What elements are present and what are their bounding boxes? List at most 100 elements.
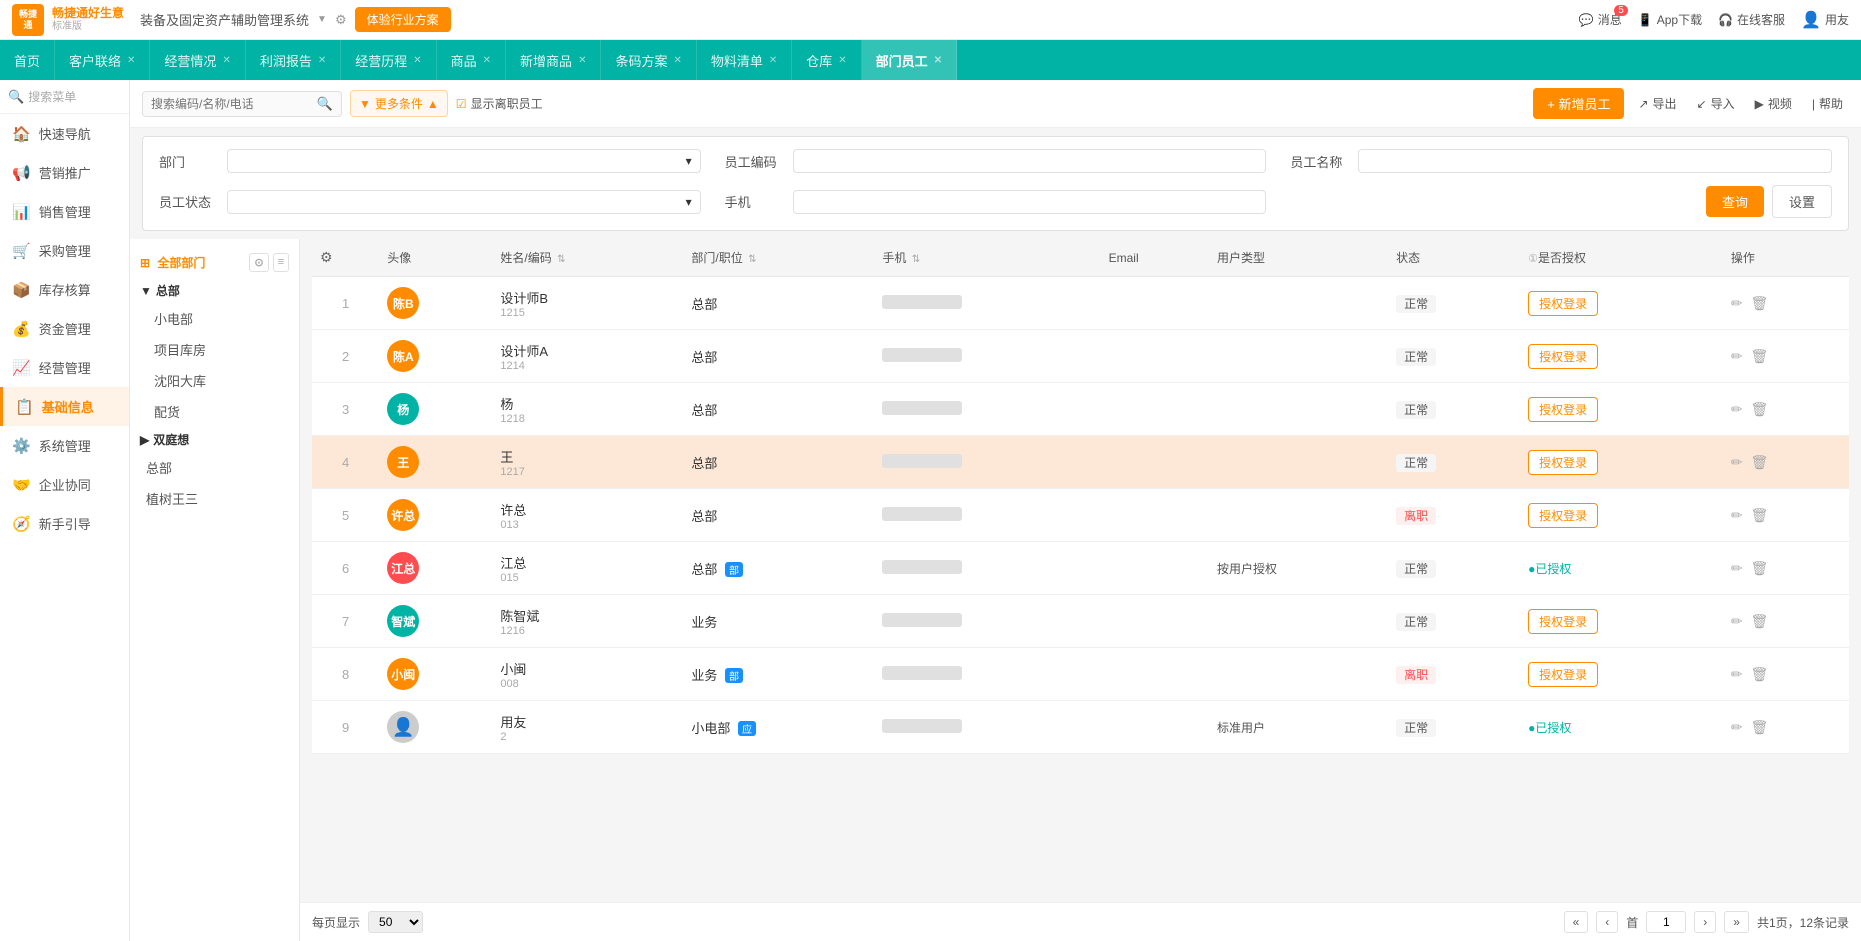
auth-login-button[interactable]: 授权登录 xyxy=(1528,344,1598,369)
dept-header[interactable]: ⊞ 全部部门 ⊙ ≡ xyxy=(130,247,299,278)
sidebar-item-sales[interactable]: 📊 销售管理 xyxy=(0,192,129,231)
dept-collapse-btn[interactable]: ⊙ xyxy=(249,253,268,272)
auth-login-button[interactable]: 授权登录 xyxy=(1528,503,1598,528)
edit-icon[interactable]: ✏ xyxy=(1731,507,1743,524)
delete-icon[interactable]: 🗑 xyxy=(1751,348,1769,365)
col-settings[interactable]: ⚙ xyxy=(312,239,379,277)
col-dept[interactable]: 部门/职位 ⇅ xyxy=(683,239,874,277)
tab-add-goods[interactable]: 新增商品 ✕ xyxy=(506,40,601,80)
tab-barcode[interactable]: 条码方案 ✕ xyxy=(601,40,696,80)
sidebar-item-marketing[interactable]: 📢 营销推广 xyxy=(0,153,129,192)
tab-profit[interactable]: 利润报告 ✕ xyxy=(246,40,341,80)
add-employee-button[interactable]: + 新增员工 xyxy=(1533,88,1624,119)
more-filter-button[interactable]: ▼ 更多条件 ▲ xyxy=(350,90,448,117)
dept-item-peihuo[interactable]: 配货 xyxy=(130,396,299,427)
message-button[interactable]: 💬 消息 5 xyxy=(1579,11,1622,28)
sidebar-item-system[interactable]: ⚙️ 系统管理 xyxy=(0,426,129,465)
sidebar-search[interactable]: 🔍 搜索菜单 xyxy=(0,80,129,114)
auth-login-button[interactable]: 授权登录 xyxy=(1528,450,1598,475)
close-icon[interactable]: ✕ xyxy=(934,55,942,66)
close-icon[interactable]: ✕ xyxy=(413,55,421,66)
edit-icon[interactable]: ✏ xyxy=(1731,348,1743,365)
delete-icon[interactable]: 🗑 xyxy=(1751,295,1769,312)
dept-filter-select[interactable]: ▾ xyxy=(227,149,701,173)
app-download-button[interactable]: 📱 App下载 xyxy=(1638,11,1702,28)
video-button[interactable]: ▶ 视频 xyxy=(1749,91,1798,116)
close-icon[interactable]: ✕ xyxy=(483,55,491,66)
sidebar-item-inventory[interactable]: 📦 库存核算 xyxy=(0,270,129,309)
page-input[interactable] xyxy=(1646,911,1686,933)
delete-icon[interactable]: 🗑 xyxy=(1751,454,1769,471)
close-icon[interactable]: ✕ xyxy=(578,55,586,66)
dept-item-xiaodian[interactable]: 小电部 xyxy=(130,303,299,334)
dept-item-zhishu[interactable]: 植树王三 xyxy=(130,483,299,514)
tab-department[interactable]: 部门员工 ✕ xyxy=(862,40,957,80)
tab-business[interactable]: 经营情况 ✕ xyxy=(150,40,245,80)
dept-group-zongbu[interactable]: ▼ 总部 xyxy=(130,278,299,303)
close-icon[interactable]: ✕ xyxy=(222,55,230,66)
dept-toggle-btn[interactable]: ≡ xyxy=(273,253,289,272)
prev-page-button[interactable]: ‹ xyxy=(1596,911,1618,933)
edit-icon[interactable]: ✏ xyxy=(1731,401,1743,418)
close-icon[interactable]: ✕ xyxy=(838,55,846,66)
col-phone[interactable]: 手机 ⇅ xyxy=(874,239,1100,277)
dept-item-zongbu[interactable]: 总部 xyxy=(130,452,299,483)
delete-icon[interactable]: 🗑 xyxy=(1751,560,1769,577)
tab-warehouse[interactable]: 仓库 ✕ xyxy=(792,40,861,80)
close-icon[interactable]: ✕ xyxy=(673,55,681,66)
sidebar-item-purchase[interactable]: 🛒 采购管理 xyxy=(0,231,129,270)
help-button[interactable]: | 帮助 xyxy=(1806,91,1849,116)
auth-login-button[interactable]: 授权登录 xyxy=(1528,397,1598,422)
delete-icon[interactable]: 🗑 xyxy=(1751,666,1769,683)
delete-icon[interactable]: 🗑 xyxy=(1751,613,1769,630)
search-field[interactable]: 🔍 xyxy=(142,91,342,117)
delete-icon[interactable]: 🗑 xyxy=(1751,401,1769,418)
edit-icon[interactable]: ✏ xyxy=(1731,719,1743,736)
sidebar-item-basic-info[interactable]: 📋 基础信息 xyxy=(0,387,129,426)
search-input[interactable] xyxy=(151,97,313,111)
emp-status-select[interactable]: ▾ xyxy=(227,190,701,214)
tab-history[interactable]: 经营历程 ✕ xyxy=(341,40,436,80)
export-button[interactable]: ↗ 导出 xyxy=(1632,91,1682,116)
dept-group-shuangting[interactable]: ▶ 双庭想 xyxy=(130,427,299,452)
auth-login-button[interactable]: 授权登录 xyxy=(1528,291,1598,316)
tab-customer[interactable]: 客户联络 ✕ xyxy=(55,40,150,80)
close-icon[interactable]: ✕ xyxy=(769,55,777,66)
sidebar-item-operation[interactable]: 📈 经营管理 xyxy=(0,348,129,387)
sidebar-item-collab[interactable]: 🤝 企业协同 xyxy=(0,465,129,504)
next-page-button[interactable]: › xyxy=(1694,911,1716,933)
last-page-button[interactable]: » xyxy=(1724,911,1749,933)
delete-icon[interactable]: 🗑 xyxy=(1751,719,1769,736)
edit-icon[interactable]: ✏ xyxy=(1731,560,1743,577)
system-dropdown-arrow[interactable]: ▼ xyxy=(317,14,327,25)
edit-icon[interactable]: ✏ xyxy=(1731,666,1743,683)
query-button[interactable]: 查询 xyxy=(1706,186,1764,217)
emp-code-input[interactable] xyxy=(793,149,1267,173)
close-icon[interactable]: ✕ xyxy=(127,55,135,66)
emp-name-input[interactable] xyxy=(1358,149,1832,173)
settings-icon[interactable]: ⚙ xyxy=(335,12,347,28)
show-resigned-toggle[interactable]: ☑ 显示离职员工 xyxy=(456,95,543,112)
per-page-select[interactable]: 50 100 xyxy=(368,911,423,933)
phone-input[interactable] xyxy=(793,190,1267,214)
first-page-button[interactable]: « xyxy=(1564,911,1589,933)
col-auth[interactable]: ①是否授权 xyxy=(1520,239,1723,277)
tab-bom[interactable]: 物料清单 ✕ xyxy=(697,40,792,80)
edit-icon[interactable]: ✏ xyxy=(1731,613,1743,630)
dept-item-shenyang[interactable]: 沈阳大库 xyxy=(130,365,299,396)
edit-icon[interactable]: ✏ xyxy=(1731,295,1743,312)
sidebar-item-finance[interactable]: 💰 资金管理 xyxy=(0,309,129,348)
reset-button[interactable]: 设置 xyxy=(1772,185,1832,218)
close-icon[interactable]: ✕ xyxy=(318,55,326,66)
tab-home[interactable]: 首页 xyxy=(0,40,55,80)
auth-login-button[interactable]: 授权登录 xyxy=(1528,609,1598,634)
user-menu[interactable]: 👤 用友 xyxy=(1801,10,1849,30)
trial-button[interactable]: 体验行业方案 xyxy=(355,7,451,32)
sidebar-item-guide[interactable]: 🧭 新手引导 xyxy=(0,504,129,543)
tab-goods[interactable]: 商品 ✕ xyxy=(437,40,506,80)
col-name[interactable]: 姓名/编码 ⇅ xyxy=(492,239,683,277)
auth-login-button[interactable]: 授权登录 xyxy=(1528,662,1598,687)
delete-icon[interactable]: 🗑 xyxy=(1751,507,1769,524)
dept-item-project[interactable]: 项目库房 xyxy=(130,334,299,365)
import-button[interactable]: ↙ 导入 xyxy=(1691,91,1741,116)
